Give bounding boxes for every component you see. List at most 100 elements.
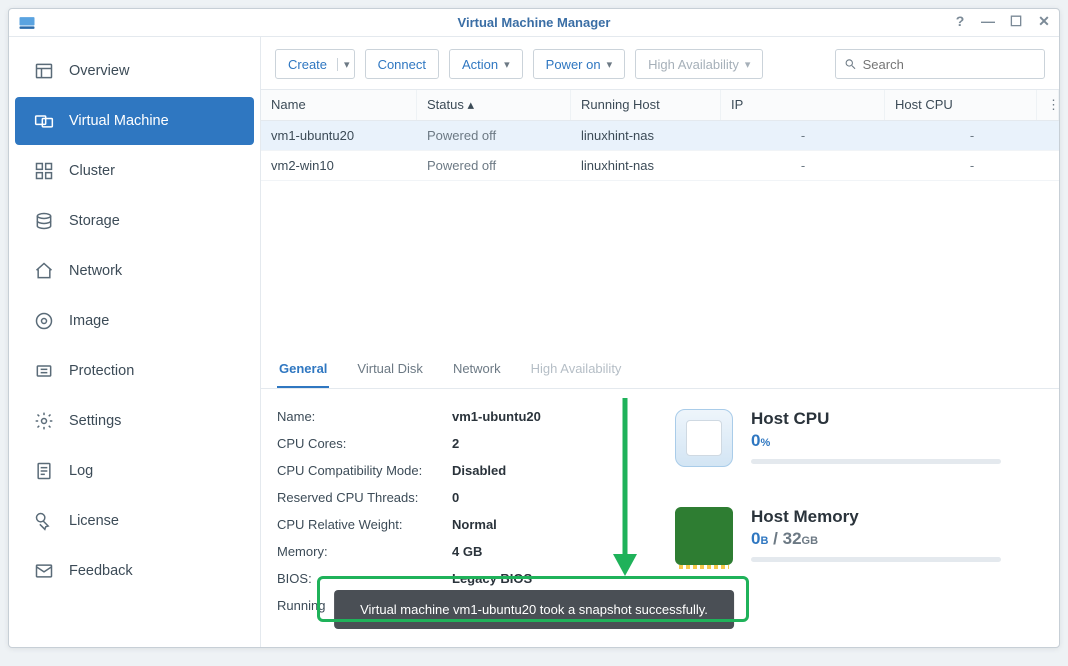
toast-notification: Virtual machine vm1-ubuntu20 took a snap… <box>334 590 734 629</box>
sidebar-item-image[interactable]: Image <box>15 297 254 345</box>
chevron-down-icon[interactable]: ▾ <box>337 58 350 71</box>
power-on-button[interactable]: Power on ▾ <box>533 49 625 79</box>
cell-host: linuxhint-nas <box>571 121 721 150</box>
app-icon <box>17 13 37 33</box>
help-button[interactable]: ? <box>951 13 969 30</box>
tab-high-availability[interactable]: High Availability <box>529 351 624 388</box>
cell-cpu: - <box>885 121 1059 150</box>
cell-ip: - <box>721 151 885 180</box>
prop-key: CPU Compatibility Mode: <box>277 463 452 478</box>
cell-name: vm2-win10 <box>261 151 417 180</box>
col-running-host[interactable]: Running Host <box>571 90 721 120</box>
sidebar-item-feedback[interactable]: Feedback <box>15 547 254 595</box>
col-name[interactable]: Name <box>261 90 417 120</box>
col-host-cpu[interactable]: Host CPU <box>885 90 1037 120</box>
search-input[interactable] <box>863 57 1036 72</box>
prop-key: Memory: <box>277 544 452 559</box>
license-icon <box>33 510 55 532</box>
sidebar-item-label: Protection <box>69 363 134 379</box>
stat-bar <box>751 557 1001 562</box>
high-availability-button[interactable]: High Availability ▾ <box>635 49 763 79</box>
sidebar-item-label: Log <box>69 463 93 479</box>
prop-value: 4 GB <box>452 544 482 559</box>
settings-icon <box>33 410 55 432</box>
sidebar-item-cluster[interactable]: Cluster <box>15 147 254 195</box>
table-row[interactable]: vm2-win10 Powered off linuxhint-nas - - <box>261 151 1059 181</box>
stat-bar <box>751 459 1001 464</box>
toolbar: Create▾ Connect Action ▾ Power on ▾ High… <box>261 37 1059 89</box>
sidebar-item-overview[interactable]: Overview <box>15 47 254 95</box>
sidebar-item-log[interactable]: Log <box>15 447 254 495</box>
chevron-down-icon: ▾ <box>607 58 613 71</box>
prop-value: vm1-ubuntu20 <box>452 409 541 424</box>
stat-value: 0B / 32GB <box>751 529 1001 549</box>
table-row[interactable]: vm1-ubuntu20 Powered off linuxhint-nas -… <box>261 121 1059 151</box>
protection-icon <box>33 360 55 382</box>
prop-key: CPU Cores: <box>277 436 452 451</box>
prop-value: Legacy BIOS <box>452 571 532 586</box>
titlebar: Virtual Machine Manager ? — ☐ ✕ <box>9 9 1059 37</box>
prop-key: BIOS: <box>277 571 452 586</box>
cell-status: Powered off <box>417 121 571 150</box>
tab-virtual-disk[interactable]: Virtual Disk <box>355 351 425 388</box>
maximize-button[interactable]: ☐ <box>1007 13 1025 30</box>
create-button[interactable]: Create▾ <box>275 49 355 79</box>
action-button[interactable]: Action ▾ <box>449 49 523 79</box>
cell-cpu: - <box>885 151 1059 180</box>
sidebar: Overview Virtual Machine Cluster Storage… <box>9 37 261 647</box>
prop-key: Name: <box>277 409 452 424</box>
sidebar-item-network[interactable]: Network <box>15 247 254 295</box>
network-icon <box>33 260 55 282</box>
table-header: Name Status ▴ Running Host IP Host CPU ⋮ <box>261 89 1059 121</box>
cell-status: Powered off <box>417 151 571 180</box>
cell-ip: - <box>721 121 885 150</box>
feedback-icon <box>33 560 55 582</box>
col-more-icon[interactable]: ⋮ <box>1037 90 1059 120</box>
cluster-icon <box>33 160 55 182</box>
image-icon <box>33 310 55 332</box>
stat-title: Host Memory <box>751 507 1001 527</box>
sidebar-item-label: Virtual Machine <box>69 113 169 129</box>
prop-value: 0 <box>452 490 459 505</box>
chevron-down-icon: ▾ <box>504 58 510 71</box>
sidebar-item-label: Network <box>69 263 122 279</box>
prop-value: 2 <box>452 436 459 451</box>
search-icon <box>844 57 857 71</box>
prop-key: CPU Relative Weight: <box>277 517 452 532</box>
storage-icon <box>33 210 55 232</box>
search-box[interactable] <box>835 49 1045 79</box>
sidebar-item-label: Storage <box>69 213 120 229</box>
sidebar-item-label: Image <box>69 313 109 329</box>
vm-icon <box>33 110 55 132</box>
stat-title: Host CPU <box>751 409 1001 429</box>
prop-value: Disabled <box>452 463 506 478</box>
prop-value: Normal <box>452 517 497 532</box>
sidebar-item-settings[interactable]: Settings <box>15 397 254 445</box>
sidebar-item-protection[interactable]: Protection <box>15 347 254 395</box>
sidebar-item-label: Feedback <box>69 563 133 579</box>
tab-general[interactable]: General <box>277 351 329 388</box>
overview-icon <box>33 60 55 82</box>
close-button[interactable]: ✕ <box>1035 13 1053 30</box>
prop-key: Reserved CPU Threads: <box>277 490 452 505</box>
log-icon <box>33 460 55 482</box>
cell-name: vm1-ubuntu20 <box>261 121 417 150</box>
col-ip[interactable]: IP <box>721 90 885 120</box>
minimize-button[interactable]: — <box>979 13 997 30</box>
sidebar-item-label: Overview <box>69 63 129 79</box>
sidebar-item-label: Cluster <box>69 163 115 179</box>
chevron-down-icon: ▾ <box>745 58 751 71</box>
sidebar-item-label: Settings <box>69 413 121 429</box>
sidebar-item-storage[interactable]: Storage <box>15 197 254 245</box>
memory-icon <box>675 507 733 565</box>
col-status[interactable]: Status ▴ <box>417 90 571 120</box>
window-title: Virtual Machine Manager <box>458 15 611 30</box>
connect-button[interactable]: Connect <box>365 49 439 79</box>
sidebar-item-label: License <box>69 513 119 529</box>
sidebar-item-virtual-machine[interactable]: Virtual Machine <box>15 97 254 145</box>
tab-network[interactable]: Network <box>451 351 503 388</box>
stat-value: 0% <box>751 431 1001 451</box>
cell-host: linuxhint-nas <box>571 151 721 180</box>
cpu-icon <box>675 409 733 467</box>
sidebar-item-license[interactable]: License <box>15 497 254 545</box>
